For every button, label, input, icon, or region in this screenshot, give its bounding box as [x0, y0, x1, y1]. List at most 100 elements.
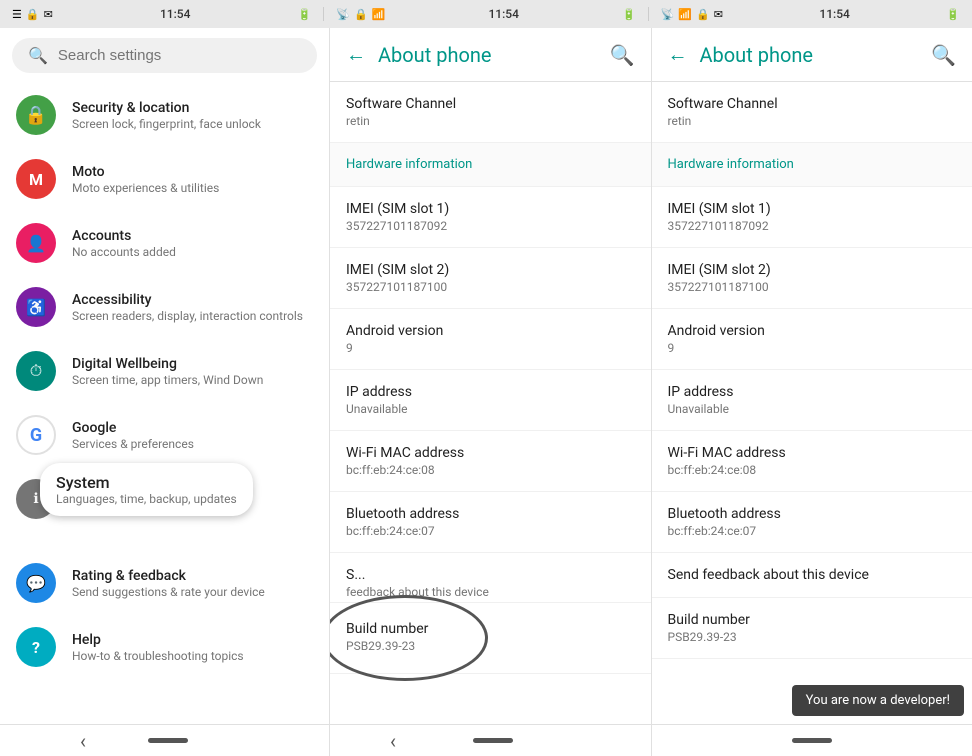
- status-time-mid: 11:54: [488, 7, 518, 21]
- system-bubble-title: System: [56, 473, 237, 492]
- search-input[interactable]: [58, 47, 301, 64]
- status-icon-mid-1: 📡: [336, 8, 350, 21]
- right-panels: ← About phone 🔍 Software Channel retin H…: [330, 28, 972, 756]
- info-wifi-mac: Wi-Fi MAC address bc:ff:eb:24:ce:08: [330, 431, 651, 492]
- info-build-number-r[interactable]: Build number PSB29.39-23: [652, 598, 972, 659]
- info-imei1-value-r: 357227101187092: [668, 219, 957, 233]
- sidebar-item-accessibility[interactable]: ♿ Accessibility Screen readers, display,…: [0, 275, 329, 339]
- info-android-title-r: Android version: [668, 323, 957, 339]
- sidebar-item-digital-wellbeing[interactable]: ⏱ Digital Wellbeing Screen time, app tim…: [0, 339, 329, 403]
- info-hw-section: Hardware information: [330, 143, 651, 187]
- nav-home-mid[interactable]: [473, 738, 513, 743]
- accounts-title: Accounts: [72, 228, 313, 244]
- info-ip-title: IP address: [346, 384, 635, 400]
- info-hw-title: Hardware information: [346, 157, 635, 172]
- digital-wellbeing-subtitle: Screen time, app timers, Wind Down: [72, 373, 313, 387]
- info-build-number[interactable]: Build number PSB29.39-23: [330, 603, 651, 674]
- panel-header-middle: ← About phone 🔍: [330, 28, 651, 82]
- nav-home-left[interactable]: [148, 738, 188, 743]
- info-bt-addr: Bluetooth address bc:ff:eb:24:ce:07: [330, 492, 651, 553]
- back-arrow-middle[interactable]: ←: [346, 42, 366, 67]
- info-feedback-r[interactable]: Send feedback about this device: [652, 553, 972, 598]
- accessibility-subtitle: Screen readers, display, interaction con…: [72, 309, 313, 323]
- search-bar[interactable]: 🔍: [12, 38, 317, 73]
- info-build-title: Build number: [346, 621, 635, 637]
- sidebar-item-accounts[interactable]: 👤 Accounts No accounts added: [0, 211, 329, 275]
- security-icon: 🔒: [16, 95, 56, 135]
- info-imei1: IMEI (SIM slot 1) 357227101187092: [330, 187, 651, 248]
- nav-back-left[interactable]: ‹: [80, 729, 86, 753]
- status-section-mid: 📡 🔒 📶 11:54 🔋: [324, 7, 648, 21]
- info-wifi-mac-value-r: bc:ff:eb:24:ce:08: [668, 463, 957, 477]
- info-imei1-title-r: IMEI (SIM slot 1): [668, 201, 957, 217]
- about-panel-right: ← About phone 🔍 Software Channel retin H…: [652, 28, 972, 756]
- info-build-title-r: Build number: [668, 612, 957, 628]
- nav-back-mid[interactable]: ‹: [390, 729, 396, 753]
- info-bt-addr-value-r: bc:ff:eb:24:ce:07: [668, 524, 957, 538]
- rating-icon: 💬: [16, 563, 56, 603]
- search-icon: 🔍: [28, 46, 48, 65]
- status-icon-right-3: 🔒: [696, 8, 710, 21]
- rating-text: Rating & feedback Send suggestions & rat…: [72, 568, 313, 599]
- system-bubble-tooltip: System Languages, time, backup, updates: [40, 463, 253, 516]
- info-ip: IP address Unavailable: [330, 370, 651, 431]
- status-icon-mid-3: 📶: [372, 8, 386, 21]
- panel-content-right: Software Channel retin Hardware informat…: [652, 82, 972, 724]
- accessibility-icon: ♿: [16, 287, 56, 327]
- nav-home-right[interactable]: [792, 738, 832, 743]
- info-imei2-value: 357227101187100: [346, 280, 635, 294]
- developer-toast: You are now a developer!: [792, 685, 964, 716]
- about-panel-middle: ← About phone 🔍 Software Channel retin H…: [330, 28, 652, 756]
- google-text: Google Services & preferences: [72, 420, 313, 451]
- sidebar-item-google[interactable]: G Google Services & preferences: [0, 403, 329, 467]
- digital-wellbeing-text: Digital Wellbeing Screen time, app timer…: [72, 356, 313, 387]
- search-icon-right[interactable]: 🔍: [931, 43, 956, 67]
- info-imei2-title: IMEI (SIM slot 2): [346, 262, 635, 278]
- rating-subtitle: Send suggestions & rate your device: [72, 585, 313, 599]
- info-bt-addr-title-r: Bluetooth address: [668, 506, 957, 522]
- info-bt-addr-title: Bluetooth address: [346, 506, 635, 522]
- info-feedback[interactable]: S... feedback about this device: [330, 553, 651, 603]
- status-icon-3: ✉: [44, 8, 53, 21]
- info-wifi-mac-r: Wi-Fi MAC address bc:ff:eb:24:ce:08: [652, 431, 972, 492]
- info-wifi-mac-title-r: Wi-Fi MAC address: [668, 445, 957, 461]
- settings-panel: 🔍 🔒 Security & location Screen lock, fin…: [0, 28, 330, 756]
- info-build-value-r: PSB29.39-23: [668, 630, 957, 644]
- status-icon-mid-2: 🔒: [354, 8, 368, 21]
- security-title: Security & location: [72, 100, 313, 116]
- sidebar-item-rating[interactable]: 💬 Rating & feedback Send suggestions & r…: [0, 551, 329, 615]
- panel-title-right: About phone: [700, 43, 920, 67]
- battery-icon-right: 🔋: [946, 8, 960, 21]
- sidebar-item-security[interactable]: 🔒 Security & location Screen lock, finge…: [0, 83, 329, 147]
- info-hw-section-r: Hardware information: [652, 143, 972, 187]
- info-wifi-mac-value: bc:ff:eb:24:ce:08: [346, 463, 635, 477]
- moto-text: Moto Moto experiences & utilities: [72, 164, 313, 195]
- info-imei1-r: IMEI (SIM slot 1) 357227101187092: [652, 187, 972, 248]
- sidebar-item-moto[interactable]: M Moto Moto experiences & utilities: [0, 147, 329, 211]
- info-imei2-r: IMEI (SIM slot 2) 357227101187100: [652, 248, 972, 309]
- status-icon-right-2: 📶: [678, 8, 692, 21]
- digital-wellbeing-title: Digital Wellbeing: [72, 356, 313, 372]
- status-icons-left: ☰ 🔒 ✉: [12, 8, 53, 21]
- help-title: Help: [72, 632, 313, 648]
- info-imei2-title-r: IMEI (SIM slot 2): [668, 262, 957, 278]
- moto-title: Moto: [72, 164, 313, 180]
- accessibility-title: Accessibility: [72, 292, 313, 308]
- info-sw-channel-value-r: retin: [668, 114, 957, 128]
- info-build-value: PSB29.39-23: [346, 639, 635, 653]
- status-icons-right: 📡 📶 🔒 ✉: [661, 8, 723, 21]
- info-android-title: Android version: [346, 323, 635, 339]
- status-icon-2: 🔒: [26, 8, 40, 21]
- status-time-right: 11:54: [819, 7, 849, 21]
- search-icon-middle[interactable]: 🔍: [610, 43, 635, 67]
- sidebar-item-system[interactable]: ℹ System Languages, time, backup, update…: [0, 467, 329, 531]
- info-feedback-value: feedback about this device: [346, 585, 635, 599]
- info-ip-r: IP address Unavailable: [652, 370, 972, 431]
- battery-icon-mid: 🔋: [622, 8, 636, 21]
- security-text: Security & location Screen lock, fingerp…: [72, 100, 313, 131]
- sidebar-item-help[interactable]: ? Help How-to & troubleshooting topics: [0, 615, 329, 679]
- back-arrow-right[interactable]: ←: [668, 42, 688, 67]
- nav-bar-middle: ‹: [330, 724, 651, 756]
- info-feedback-title-r: Send feedback about this device: [668, 567, 957, 583]
- panel-content-middle: Software Channel retin Hardware informat…: [330, 82, 651, 724]
